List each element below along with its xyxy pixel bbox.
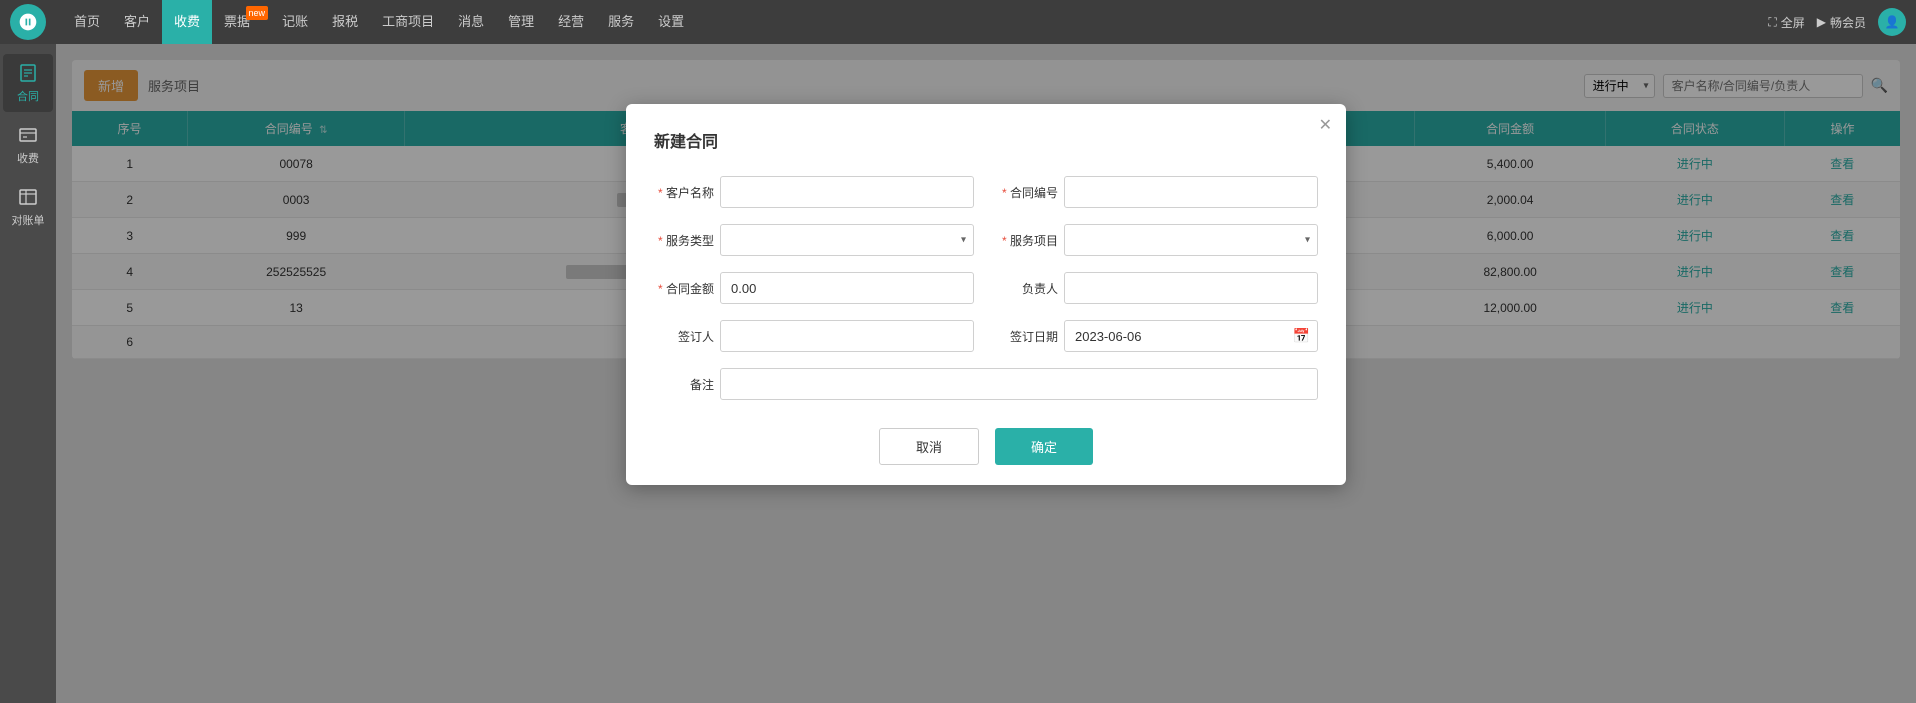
responsible-input[interactable]	[1064, 272, 1318, 304]
modal-title: 新建合同	[654, 128, 1318, 152]
contract-icon	[17, 62, 39, 84]
sidebar-reconcile-label: 对账单	[12, 212, 45, 228]
service-type-select-wrapper	[720, 224, 974, 256]
service-type-label: 服务类型	[654, 232, 714, 249]
nav-home[interactable]: 首页	[62, 0, 112, 44]
form-row-signer: 签订人	[654, 320, 974, 352]
sign-date-label: 签订日期	[998, 328, 1058, 345]
contract-no-label: 合同编号	[998, 184, 1058, 201]
nav-account[interactable]: 记账	[270, 0, 320, 44]
form-row-amount: 合同金额	[654, 272, 974, 304]
top-nav: 首页 客户 收费 票据 new 记账 报税 工商项目 消息 管理 经营 服务 设…	[0, 0, 1916, 44]
new-contract-modal: ✕ 新建合同 客户名称 合同编号 服务类型	[626, 104, 1346, 485]
service-item-label: 服务项目	[998, 232, 1058, 249]
confirm-button[interactable]: 确定	[995, 428, 1093, 465]
form-row-client: 客户名称	[654, 176, 974, 208]
modal-overlay: ✕ 新建合同 客户名称 合同编号 服务类型	[56, 44, 1916, 703]
service-type-select[interactable]	[720, 224, 974, 256]
billing-icon	[17, 124, 39, 146]
play-icon: ▶	[1817, 15, 1826, 29]
modal-footer: 取消 确定	[654, 428, 1318, 465]
member-button[interactable]: ▶ 畅会员	[1817, 14, 1866, 31]
contract-no-input[interactable]	[1064, 176, 1318, 208]
form-grid: 客户名称 合同编号 服务类型 服务项目	[654, 176, 1318, 400]
sidebar-billing-label: 收费	[17, 150, 39, 166]
client-name-label: 客户名称	[654, 184, 714, 201]
reconcile-icon	[17, 186, 39, 208]
nav-tax[interactable]: 报税	[320, 0, 370, 44]
nav-operation[interactable]: 经营	[546, 0, 596, 44]
nav-right: ⛶ 全屏 ▶ 畅会员 👤	[1768, 8, 1906, 36]
avatar-icon: 👤	[1885, 15, 1900, 29]
avatar[interactable]: 👤	[1878, 8, 1906, 36]
nav-client[interactable]: 客户	[112, 0, 162, 44]
sidebar-item-contract[interactable]: 合同	[3, 54, 53, 112]
modal-close-button[interactable]: ✕	[1319, 118, 1332, 134]
form-row-service-type: 服务类型	[654, 224, 974, 256]
main-layout: 合同 收费 对账单	[0, 44, 1916, 703]
notes-input[interactable]	[720, 368, 1318, 400]
sidebar: 合同 收费 对账单	[0, 44, 56, 703]
nav-business[interactable]: 工商项目	[370, 0, 446, 44]
member-label: 畅会员	[1830, 14, 1866, 31]
form-row-notes: 备注	[654, 368, 1318, 400]
form-row-contract-no: 合同编号	[998, 176, 1318, 208]
sign-date-wrapper: 📅	[1064, 320, 1318, 352]
client-name-input[interactable]	[720, 176, 974, 208]
sign-date-input[interactable]	[1064, 320, 1318, 352]
new-badge: new	[246, 6, 269, 20]
nav-manage[interactable]: 管理	[496, 0, 546, 44]
main-content: 新增 服务项目 进行中 已完成 已终止 🔍	[56, 44, 1916, 703]
sidebar-item-billing[interactable]: 收费	[3, 116, 53, 174]
form-row-service-item: 服务项目	[998, 224, 1318, 256]
signer-label: 签订人	[654, 328, 714, 345]
service-item-select[interactable]	[1064, 224, 1318, 256]
sidebar-item-reconcile[interactable]: 对账单	[3, 178, 53, 236]
service-item-select-wrapper	[1064, 224, 1318, 256]
form-row-sign-date: 签订日期 📅	[998, 320, 1318, 352]
fullscreen-label: 全屏	[1781, 14, 1805, 31]
notes-label: 备注	[654, 376, 714, 393]
nav-invoice[interactable]: 收费	[162, 0, 212, 44]
responsible-label: 负责人	[998, 280, 1058, 297]
amount-label: 合同金额	[654, 280, 714, 297]
form-row-responsible: 负责人	[998, 272, 1318, 304]
logo	[10, 4, 46, 40]
fullscreen-button[interactable]: ⛶ 全屏	[1768, 14, 1804, 31]
nav-ticket[interactable]: 票据 new	[212, 0, 270, 44]
sidebar-contract-label: 合同	[17, 88, 39, 104]
nav-settings[interactable]: 设置	[646, 0, 696, 44]
fullscreen-icon: ⛶	[1768, 15, 1776, 30]
signer-input[interactable]	[720, 320, 974, 352]
cancel-button[interactable]: 取消	[879, 428, 979, 465]
nav-message[interactable]: 消息	[446, 0, 496, 44]
nav-service[interactable]: 服务	[596, 0, 646, 44]
amount-input[interactable]	[720, 272, 974, 304]
